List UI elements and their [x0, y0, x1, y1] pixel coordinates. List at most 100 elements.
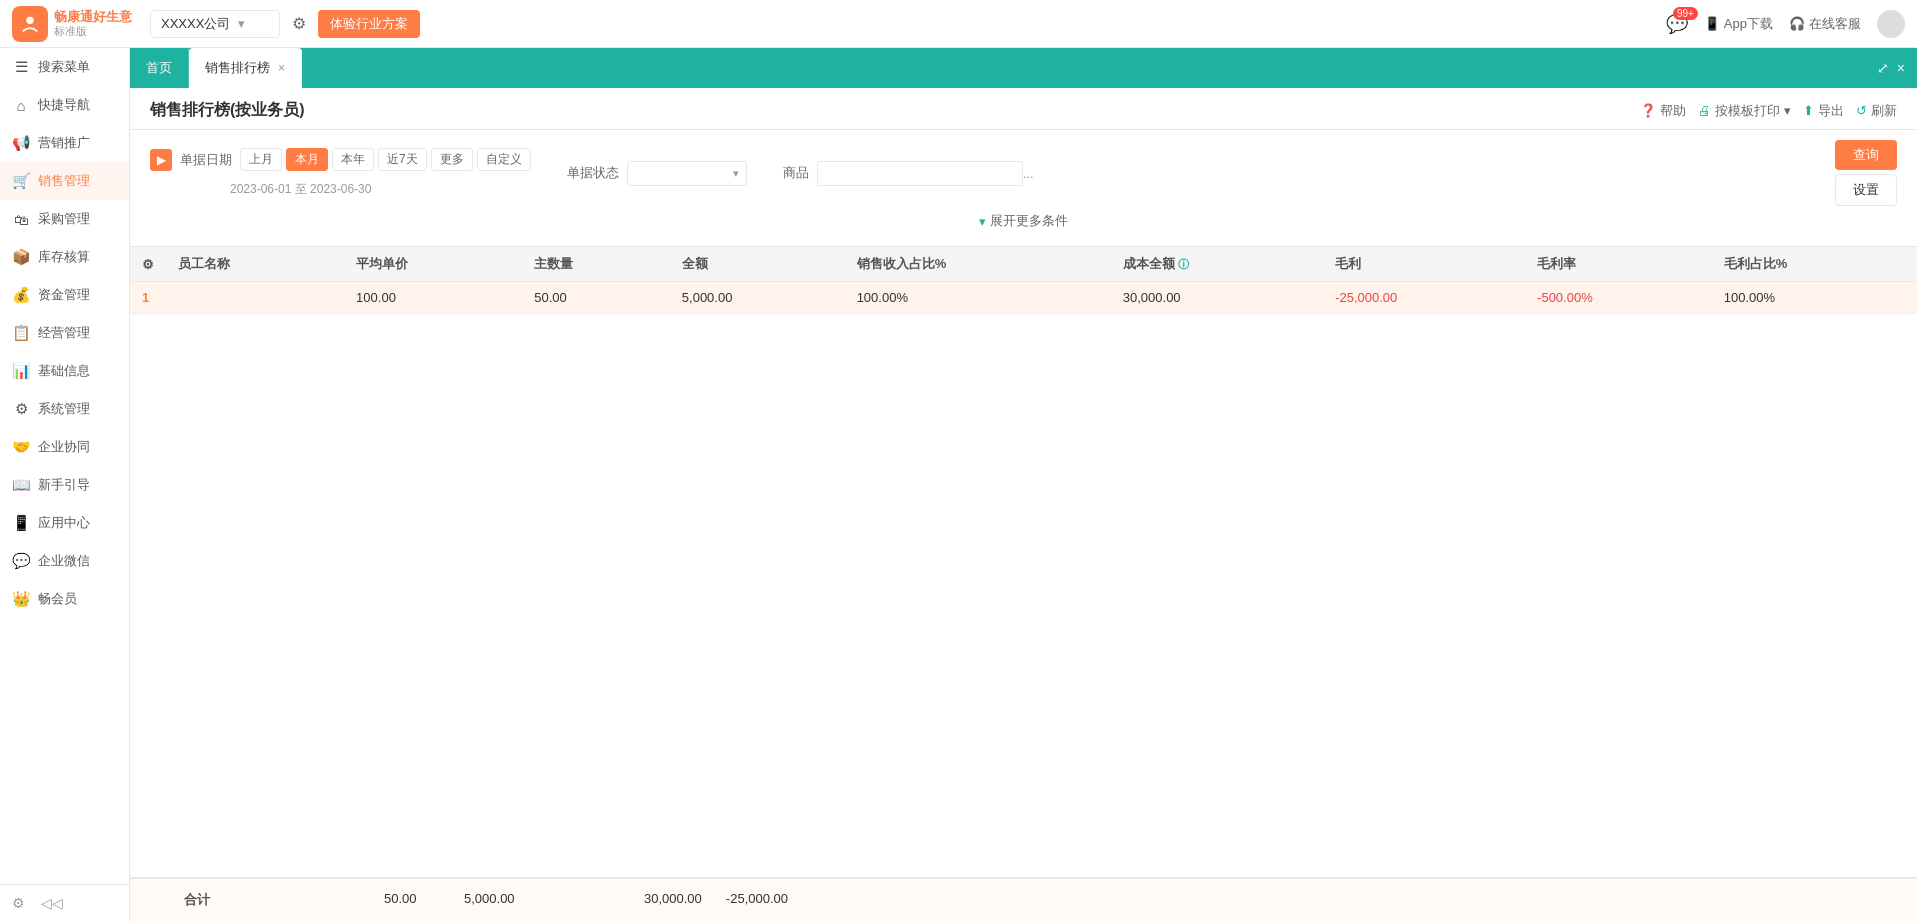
col-settings[interactable]: ⚙: [130, 247, 166, 282]
template-print-button[interactable]: 🖨 按模板打印 ▾: [1698, 102, 1791, 120]
status-select[interactable]: [627, 161, 747, 186]
goods-input[interactable]: [817, 161, 1023, 186]
date-range-display: 2023-06-01 至 2023-06-30: [150, 181, 371, 198]
app-download-icon: 📱: [1704, 16, 1720, 31]
cell-sales-pct: 100.00%: [845, 282, 1111, 314]
window-maximize-button[interactable]: ⤢: [1877, 60, 1889, 76]
sidebar-item-onboarding[interactable]: 📖 新手引导: [0, 466, 129, 504]
col-sales-pct: 销售收入占比%: [845, 247, 1111, 282]
date-shortcuts: 上月 本月 本年 近7天 更多 自定义: [240, 148, 531, 171]
tab-home[interactable]: 首页: [130, 48, 189, 88]
col-name: 员工名称: [166, 247, 344, 282]
table-row: 1 100.00 50.00 5,000.00 100.00% 30,000.0…: [130, 282, 1917, 314]
inventory-icon: 📦: [12, 248, 30, 266]
sidebar-item-system[interactable]: ⚙ 系统管理: [0, 390, 129, 428]
sidebar-item-enterprise-collab[interactable]: 🤝 企业协同: [0, 428, 129, 466]
collab-icon: 🤝: [12, 438, 30, 456]
date-label: 单据日期: [180, 151, 232, 169]
date-btn-cur-month[interactable]: 本月: [286, 148, 328, 171]
sidebar-item-inventory[interactable]: 📦 库存核算: [0, 238, 129, 276]
sidebar-item-finance[interactable]: 💰 资金管理: [0, 276, 129, 314]
notification-area[interactable]: 💬 99+: [1666, 13, 1688, 35]
print-icon: 🖨: [1698, 103, 1711, 118]
online-service-button[interactable]: 🎧 在线客服: [1789, 15, 1861, 33]
sidebar-settings-button[interactable]: ⚙: [12, 895, 25, 911]
export-button[interactable]: ⬆ 导出: [1803, 102, 1844, 120]
table-footer: 合计 50.00 5,000.00 30,000.00 -25,000.00: [130, 877, 1917, 921]
sidebar-collapse-button[interactable]: ◁◁: [41, 895, 63, 911]
svg-point-0: [26, 16, 33, 23]
footer-quantity: 50.00: [372, 887, 452, 913]
finance-icon: 💰: [12, 286, 30, 304]
date-btn-year[interactable]: 本年: [332, 148, 374, 171]
industry-solution-button[interactable]: 体验行业方案: [318, 10, 420, 38]
expand-icon: ▾: [979, 214, 986, 229]
sidebar-item-app-center[interactable]: 📱 应用中心: [0, 504, 129, 542]
col-amount: 全额: [670, 247, 845, 282]
cell-amount: 5,000.00: [670, 282, 845, 314]
col-profit-pct: 毛利占比%: [1712, 247, 1917, 282]
help-button[interactable]: ❓ 帮助: [1640, 102, 1686, 120]
search-order-icon: ☰: [12, 58, 30, 76]
footer-label: 合计: [172, 887, 252, 913]
sidebar-bottom: ⚙ ◁◁: [0, 884, 129, 921]
data-table: ⚙ 员工名称 平均单价 主数量 全额 销售收入占比% 成本全额 ⓘ 毛利 毛利率…: [130, 247, 1917, 314]
expand-more-button[interactable]: ▾ 展开更多条件: [979, 212, 1068, 230]
sidebar-item-enterprise-wechat[interactable]: 💬 企业微信: [0, 542, 129, 580]
tab-sales-ranking[interactable]: 销售排行榜 ×: [189, 48, 302, 88]
footer-cost: 30,000.00: [632, 887, 714, 913]
col-profit: 毛利: [1323, 247, 1525, 282]
footer-profit: -25,000.00: [714, 887, 800, 913]
topbar-settings-button[interactable]: ⚙: [288, 10, 310, 37]
marketing-icon: 📢: [12, 134, 30, 152]
cell-profit-rate: -500.00%: [1525, 282, 1712, 314]
sidebar-item-basic-info[interactable]: 📊 基础信息: [0, 352, 129, 390]
refresh-icon: ↺: [1856, 103, 1867, 118]
company-selector[interactable]: XXXXX公司 ▾: [150, 10, 280, 38]
cell-profit: -25,000.00: [1323, 282, 1525, 314]
logo-subtitle: 标准版: [54, 25, 132, 38]
app-download-button[interactable]: 📱 App下载: [1704, 15, 1773, 33]
query-button[interactable]: 查询: [1835, 140, 1897, 170]
settings-button[interactable]: 设置: [1835, 174, 1897, 206]
footer-amount: 5,000.00: [452, 887, 532, 913]
date-btn-custom[interactable]: 自定义: [477, 148, 531, 171]
sidebar-item-sales-mgmt[interactable]: 🛒 销售管理: [0, 162, 129, 200]
logo-icon: [12, 6, 48, 42]
sidebar-item-quick-nav[interactable]: ⌂ 快捷导航: [0, 86, 129, 124]
filter-expand-arrow[interactable]: ▶: [150, 149, 172, 171]
system-icon: ⚙: [12, 400, 30, 418]
basic-info-icon: 📊: [12, 362, 30, 380]
date-btn-7days[interactable]: 近7天: [378, 148, 427, 171]
chevron-down-icon: ▾: [238, 16, 245, 31]
cell-profit-pct: 100.00%: [1712, 282, 1917, 314]
print-chevron-icon: ▾: [1784, 103, 1791, 118]
purchase-icon: 🛍: [12, 210, 30, 228]
sidebar-item-search-order[interactable]: ☰ 搜索菜单: [0, 48, 129, 86]
table-wrap: ⚙ 员工名称 平均单价 主数量 全额 销售收入占比% 成本全额 ⓘ 毛利 毛利率…: [130, 247, 1917, 877]
status-label: 单据状态: [567, 164, 619, 182]
col-quantity: 主数量: [522, 247, 670, 282]
tab-close-icon[interactable]: ×: [278, 61, 285, 75]
col-avg-price: 平均单价: [344, 247, 522, 282]
cell-quantity: 50.00: [522, 282, 670, 314]
date-btn-prev-month[interactable]: 上月: [240, 148, 282, 171]
cell-avg-price: 100.00: [344, 282, 522, 314]
avatar[interactable]: [1877, 10, 1905, 38]
tab-maximize-area: ⤢ ×: [1877, 60, 1917, 76]
sidebar-item-member[interactable]: 👑 畅会员: [0, 580, 129, 618]
refresh-button[interactable]: ↺ 刷新: [1856, 102, 1897, 120]
wechat-icon: 💬: [12, 552, 30, 570]
cell-rank: 1: [130, 282, 166, 314]
sidebar-item-purchase[interactable]: 🛍 采购管理: [0, 200, 129, 238]
app-icon: 📱: [12, 514, 30, 532]
status-select-wrap: ▾: [627, 161, 747, 186]
col-cost: 成本全额 ⓘ: [1111, 247, 1323, 282]
date-btn-more[interactable]: 更多: [431, 148, 473, 171]
goods-more-icon[interactable]: ...: [1023, 166, 1034, 181]
col-profit-rate: 毛利率: [1525, 247, 1712, 282]
sidebar-item-operations[interactable]: 📋 经营管理: [0, 314, 129, 352]
export-icon: ⬆: [1803, 103, 1814, 118]
window-close-button[interactable]: ×: [1897, 60, 1905, 76]
sidebar-item-marketing[interactable]: 📢 营销推广: [0, 124, 129, 162]
